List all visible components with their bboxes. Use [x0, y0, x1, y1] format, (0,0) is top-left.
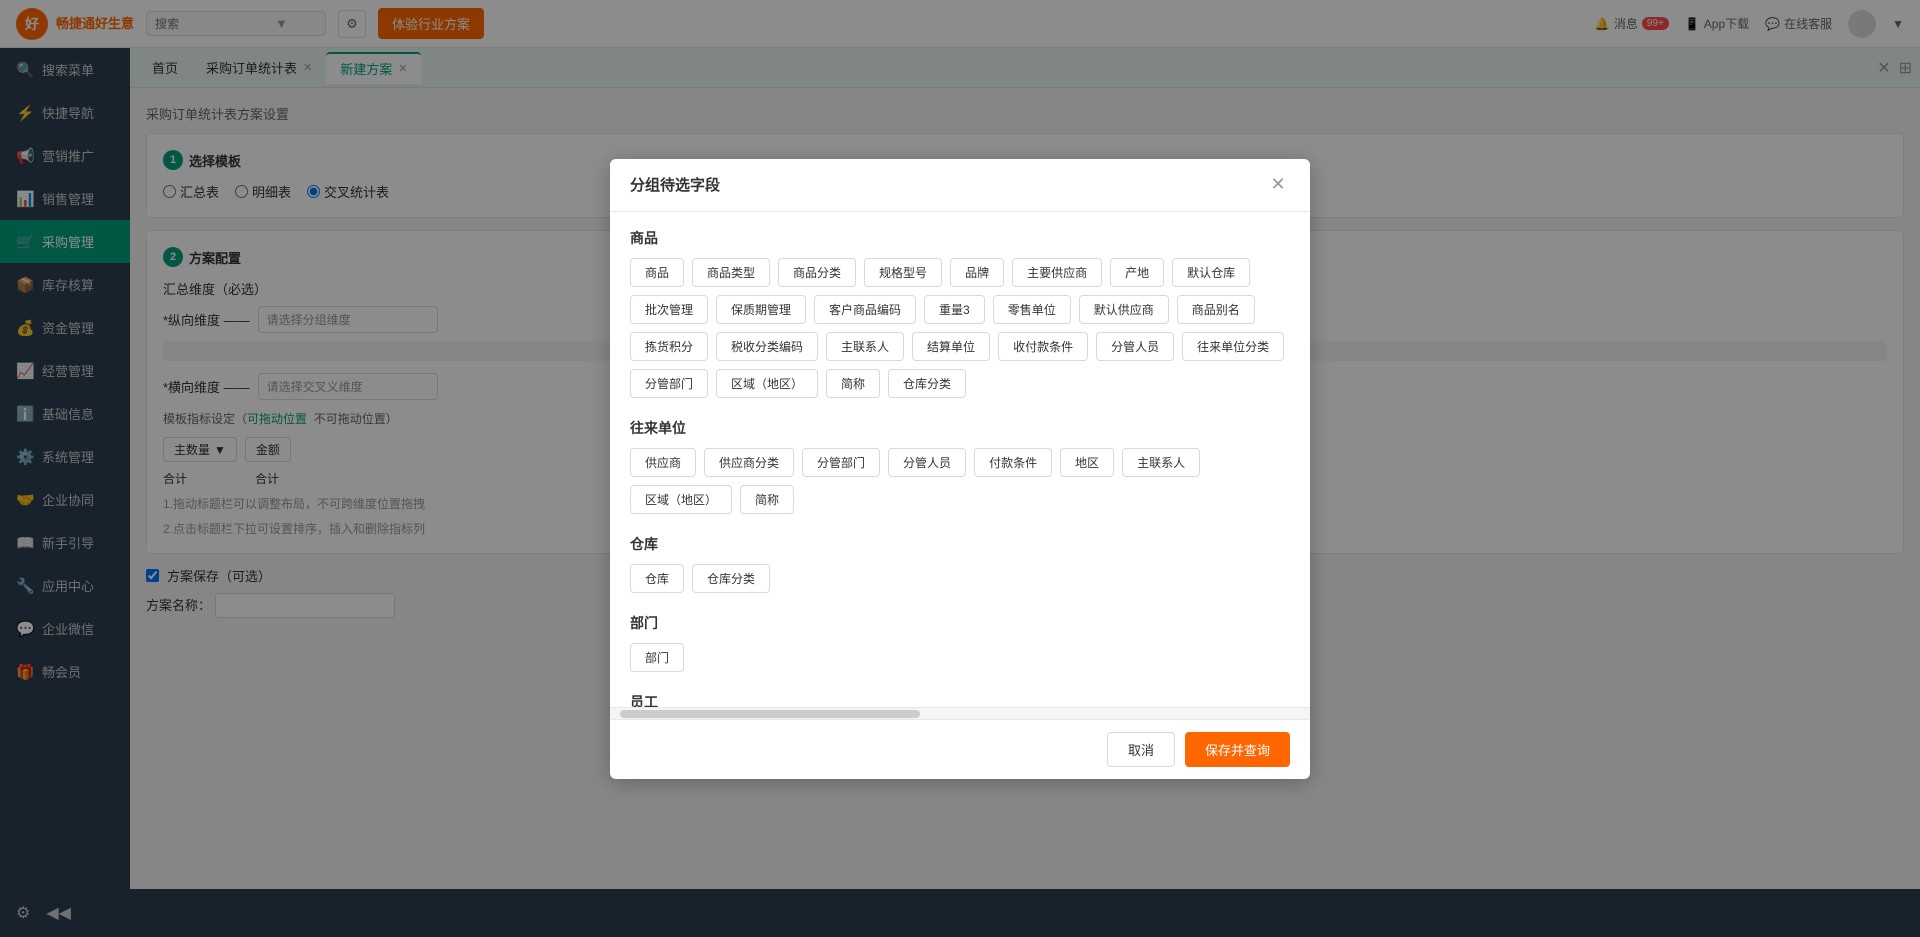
field-tag-0-21[interactable]: 往来单位分类 [1182, 332, 1284, 361]
field-tag-0-19[interactable]: 收付款条件 [998, 332, 1088, 361]
dialog-header: 分组待选字段 ✕ [610, 159, 1310, 212]
field-tag-0-10[interactable]: 客户商品编码 [814, 295, 916, 324]
field-tag-0-2[interactable]: 商品分类 [778, 258, 856, 287]
field-tag-1-1[interactable]: 供应商分类 [704, 448, 794, 477]
field-section-title-1: 往来单位 [630, 418, 1290, 438]
dialog-footer: 取消 保存并查询 [610, 719, 1310, 779]
field-section-4: 员工业务员 [630, 692, 1290, 707]
field-section-title-2: 仓库 [630, 534, 1290, 554]
field-tag-1-3[interactable]: 分管人员 [888, 448, 966, 477]
field-tag-0-7[interactable]: 默认仓库 [1172, 258, 1250, 287]
field-tag-1-8[interactable]: 简称 [740, 485, 794, 514]
field-tags-2: 仓库仓库分类 [630, 564, 1290, 593]
field-section-title-3: 部门 [630, 613, 1290, 633]
field-tag-0-5[interactable]: 主要供应商 [1012, 258, 1102, 287]
dialog-title: 分组待选字段 [630, 174, 720, 195]
field-tag-0-14[interactable]: 商品别名 [1177, 295, 1255, 324]
field-tag-0-15[interactable]: 拣货积分 [630, 332, 708, 361]
field-tag-2-0[interactable]: 仓库 [630, 564, 684, 593]
dialog-overlay: 分组待选字段 ✕ 商品商品商品类型商品分类规格型号品牌主要供应商产地默认仓库批次… [0, 0, 1920, 937]
field-tag-0-11[interactable]: 重量3 [924, 295, 985, 324]
field-tag-0-24[interactable]: 简称 [826, 369, 880, 398]
field-tag-1-7[interactable]: 区域（地区） [630, 485, 732, 514]
dialog-confirm-btn[interactable]: 保存并查询 [1185, 732, 1290, 767]
field-tag-1-5[interactable]: 地区 [1060, 448, 1114, 477]
field-tags-0: 商品商品类型商品分类规格型号品牌主要供应商产地默认仓库批次管理保质期管理客户商品… [630, 258, 1290, 398]
dialog-cancel-btn[interactable]: 取消 [1107, 732, 1175, 767]
field-section-title-4: 员工 [630, 692, 1290, 707]
field-section-2: 仓库仓库仓库分类 [630, 534, 1290, 593]
field-tag-0-6[interactable]: 产地 [1110, 258, 1164, 287]
field-tag-1-0[interactable]: 供应商 [630, 448, 696, 477]
field-tag-1-4[interactable]: 付款条件 [974, 448, 1052, 477]
field-section-0: 商品商品商品类型商品分类规格型号品牌主要供应商产地默认仓库批次管理保质期管理客户… [630, 228, 1290, 398]
field-tag-2-1[interactable]: 仓库分类 [692, 564, 770, 593]
field-tag-1-6[interactable]: 主联系人 [1122, 448, 1200, 477]
field-section-title-0: 商品 [630, 228, 1290, 248]
field-tags-1: 供应商供应商分类分管部门分管人员付款条件地区主联系人区域（地区） 简称 [630, 448, 1290, 514]
field-section-3: 部门部门 [630, 613, 1290, 672]
field-tag-0-1[interactable]: 商品类型 [692, 258, 770, 287]
dialog-close-btn[interactable]: ✕ [1266, 173, 1290, 197]
dialog-hscroll-thumb [620, 710, 920, 718]
field-tag-0-18[interactable]: 结算单位 [912, 332, 990, 361]
field-tag-0-17[interactable]: 主联系人 [826, 332, 904, 361]
dialog-hscroll[interactable] [610, 707, 1310, 719]
field-tag-0-22[interactable]: 分管部门 [630, 369, 708, 398]
field-select-dialog: 分组待选字段 ✕ 商品商品商品类型商品分类规格型号品牌主要供应商产地默认仓库批次… [610, 159, 1310, 779]
field-tag-0-4[interactable]: 品牌 [950, 258, 1004, 287]
field-tag-1-2[interactable]: 分管部门 [802, 448, 880, 477]
field-tag-0-3[interactable]: 规格型号 [864, 258, 942, 287]
field-tag-3-0[interactable]: 部门 [630, 643, 684, 672]
field-tag-0-20[interactable]: 分管人员 [1096, 332, 1174, 361]
field-tag-0-13[interactable]: 默认供应商 [1079, 295, 1169, 324]
field-section-1: 往来单位供应商供应商分类分管部门分管人员付款条件地区主联系人区域（地区） 简称 [630, 418, 1290, 514]
field-tag-0-9[interactable]: 保质期管理 [716, 295, 806, 324]
dialog-body: 商品商品商品类型商品分类规格型号品牌主要供应商产地默认仓库批次管理保质期管理客户… [610, 212, 1310, 707]
field-tags-3: 部门 [630, 643, 1290, 672]
field-tag-0-0[interactable]: 商品 [630, 258, 684, 287]
field-tag-0-12[interactable]: 零售单位 [993, 295, 1071, 324]
field-tag-0-25[interactable]: 仓库分类 [888, 369, 966, 398]
field-tag-0-23[interactable]: 区域（地区） [716, 369, 818, 398]
field-tag-0-16[interactable]: 税收分类编码 [716, 332, 818, 361]
field-tag-0-8[interactable]: 批次管理 [630, 295, 708, 324]
